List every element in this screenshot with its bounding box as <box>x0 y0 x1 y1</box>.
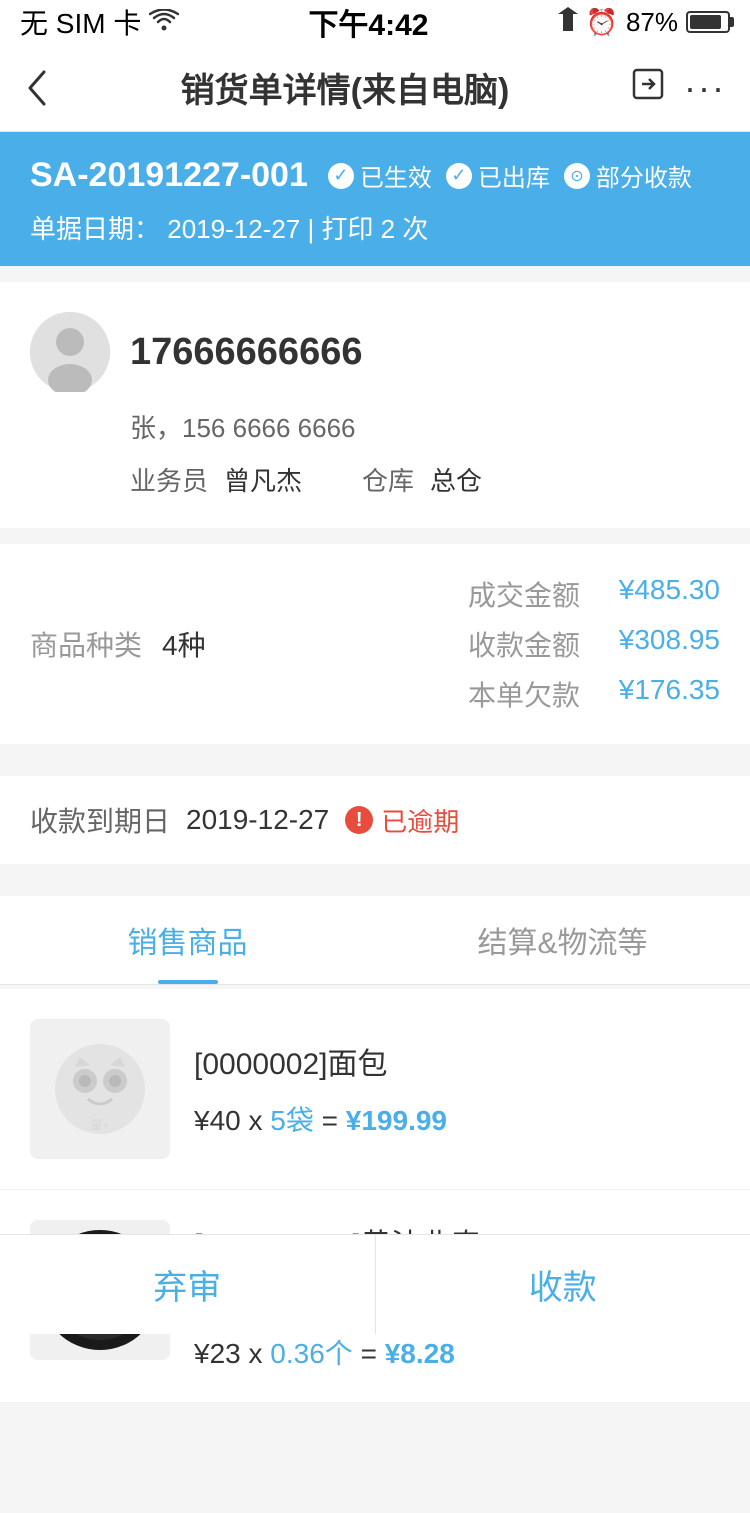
due-date: 2019-12-27 <box>186 804 329 836</box>
summary-row: 商品种类 4种 成交金额 ¥485.30 收款金额 ¥308.95 本单欠款 ¥… <box>30 574 720 714</box>
svg-text:量+: 量+ <box>90 1118 109 1132</box>
cancel-button[interactable]: 弃审 <box>0 1235 376 1334</box>
clock-icon: ⊙ <box>564 163 590 189</box>
check-icon-1: ✓ <box>328 163 354 189</box>
section-divider-1 <box>0 528 750 544</box>
summary-section: 商品种类 4种 成交金额 ¥485.30 收款金额 ¥308.95 本单欠款 ¥… <box>0 544 750 744</box>
received-amount-value: ¥308.95 <box>600 624 720 664</box>
cookie-multiply: x <box>249 1338 271 1369</box>
status-shipped: ✓ 已出库 <box>446 158 550 193</box>
warehouse-name: 总仓 <box>430 461 482 498</box>
customer-meta: 业务员 曾凡杰 仓库 总仓 <box>30 461 720 498</box>
customer-row: 17666666666 <box>30 312 720 392</box>
due-section: 收款到期日 2019-12-27 ! 已逾期 <box>0 776 750 864</box>
bread-equals: = <box>322 1105 346 1136</box>
section-divider-3 <box>0 864 750 880</box>
received-label: 收款金额 <box>468 624 580 664</box>
avatar <box>30 312 110 392</box>
product-info-bread: [0000002]面包 ¥40 x 5袋 = ¥199.99 <box>194 1019 720 1159</box>
deal-amount-row: 成交金额 ¥485.30 <box>468 574 720 614</box>
order-id: SA-20191227-001 <box>30 156 308 195</box>
tab-underline <box>158 980 218 984</box>
category-info: 商品种类 4种 <box>30 624 206 664</box>
tab-settlement[interactable]: 结算&物流等 <box>375 896 750 984</box>
print-info: | 打印 2 次 <box>307 214 428 244</box>
location-icon <box>558 7 578 38</box>
status-partial-payment: ⊙ 部分收款 <box>564 158 692 193</box>
status-activated: ✓ 已生效 <box>328 158 432 193</box>
time-display: 下午4:42 <box>308 0 428 44</box>
product-name-bread: [0000002]面包 <box>194 1039 720 1083</box>
cookie-total: ¥8.28 <box>385 1338 455 1369</box>
battery-percentage: 87% <box>626 7 678 38</box>
owe-label: 本单欠款 <box>468 674 580 714</box>
owe-amount-value: ¥176.35 <box>600 674 720 714</box>
category-label: 商品种类 <box>30 624 142 664</box>
order-header-banner: SA-20191227-001 ✓ 已生效 ✓ 已出库 ⊙ 部分收款 单据日期：… <box>0 132 750 266</box>
tab-products[interactable]: 销售商品 <box>0 896 375 984</box>
bottom-bar: 弃审 收款 <box>0 1234 750 1334</box>
cookie-base-price: ¥23 <box>194 1338 241 1369</box>
products-section: 量+ [0000002]面包 ¥40 x 5袋 = ¥199.99 <box>0 989 750 1403</box>
date-label: 单据日期： <box>30 214 160 244</box>
bread-total: ¥199.99 <box>346 1105 447 1136</box>
product-price-cookie: ¥23 x 0.36个 = ¥8.28 <box>194 1332 720 1372</box>
section-divider-2 <box>0 744 750 760</box>
bread-base-price: ¥40 <box>194 1105 241 1136</box>
page-title: 销货单详情(来自电脑) <box>84 63 606 112</box>
order-date: 2019-12-27 <box>167 214 300 244</box>
confirm-button[interactable]: 收款 <box>376 1235 750 1334</box>
bread-multiply: x <box>249 1105 271 1136</box>
deal-amount-label: 成交金额 <box>468 574 580 614</box>
sales-label: 业务员 <box>130 461 208 498</box>
customer-name: 张，156 6666 6666 <box>30 408 720 445</box>
more-icon[interactable]: ··· <box>684 67 726 109</box>
share-icon[interactable] <box>632 68 664 108</box>
warehouse-info: 仓库 总仓 <box>362 461 482 498</box>
status-bar: 无 SIM 卡 下午4:42 ⏰ 87% <box>0 0 750 44</box>
warehouse-label: 仓库 <box>362 461 414 498</box>
tabs-row: 销售商品 结算&物流等 <box>0 896 750 984</box>
back-button[interactable] <box>24 68 84 108</box>
carrier-label: 无 SIM 卡 <box>20 2 141 42</box>
bread-qty: 5袋 <box>270 1105 314 1136</box>
received-amount-row: 收款金额 ¥308.95 <box>468 624 720 664</box>
battery-icon <box>686 11 730 33</box>
status-badges: ✓ 已生效 ✓ 已出库 ⊙ 部分收款 <box>328 158 692 193</box>
sales-info: 业务员 曾凡杰 <box>130 461 302 498</box>
tabs-section: 销售商品 结算&物流等 <box>0 896 750 985</box>
check-icon-2: ✓ <box>446 163 472 189</box>
customer-section: 17666666666 张，156 6666 6666 业务员 曾凡杰 仓库 总… <box>0 282 750 528</box>
owe-amount-row: 本单欠款 ¥176.35 <box>468 674 720 714</box>
nav-actions: ··· <box>606 67 726 109</box>
product-image-bread: 量+ <box>30 1019 170 1159</box>
deal-amount-value: ¥485.30 <box>600 574 720 614</box>
overdue-badge: ! 已逾期 <box>345 802 459 839</box>
amount-info: 成交金额 ¥485.30 收款金额 ¥308.95 本单欠款 ¥176.35 <box>468 574 720 714</box>
bottom-spacer <box>0 1403 750 1513</box>
customer-phone: 17666666666 <box>130 331 362 374</box>
status-right: ⏰ 87% <box>558 7 730 38</box>
wifi-icon <box>149 6 179 38</box>
sales-name: 曾凡杰 <box>224 461 302 498</box>
overdue-label: 已逾期 <box>381 802 459 839</box>
cookie-qty: 0.36个 <box>270 1338 353 1369</box>
due-label: 收款到期日 <box>30 800 170 840</box>
overdue-icon: ! <box>345 806 373 834</box>
order-date-info: 单据日期： 2019-12-27 | 打印 2 次 <box>30 209 720 246</box>
status-left: 无 SIM 卡 <box>20 2 179 42</box>
cookie-equals: = <box>361 1338 385 1369</box>
nav-bar: 销货单详情(来自电脑) ··· <box>0 44 750 132</box>
product-item: 量+ [0000002]面包 ¥40 x 5袋 = ¥199.99 <box>0 989 750 1190</box>
alarm-icon: ⏰ <box>586 7 618 38</box>
product-price-bread: ¥40 x 5袋 = ¥199.99 <box>194 1099 720 1139</box>
category-count: 4种 <box>162 624 206 664</box>
